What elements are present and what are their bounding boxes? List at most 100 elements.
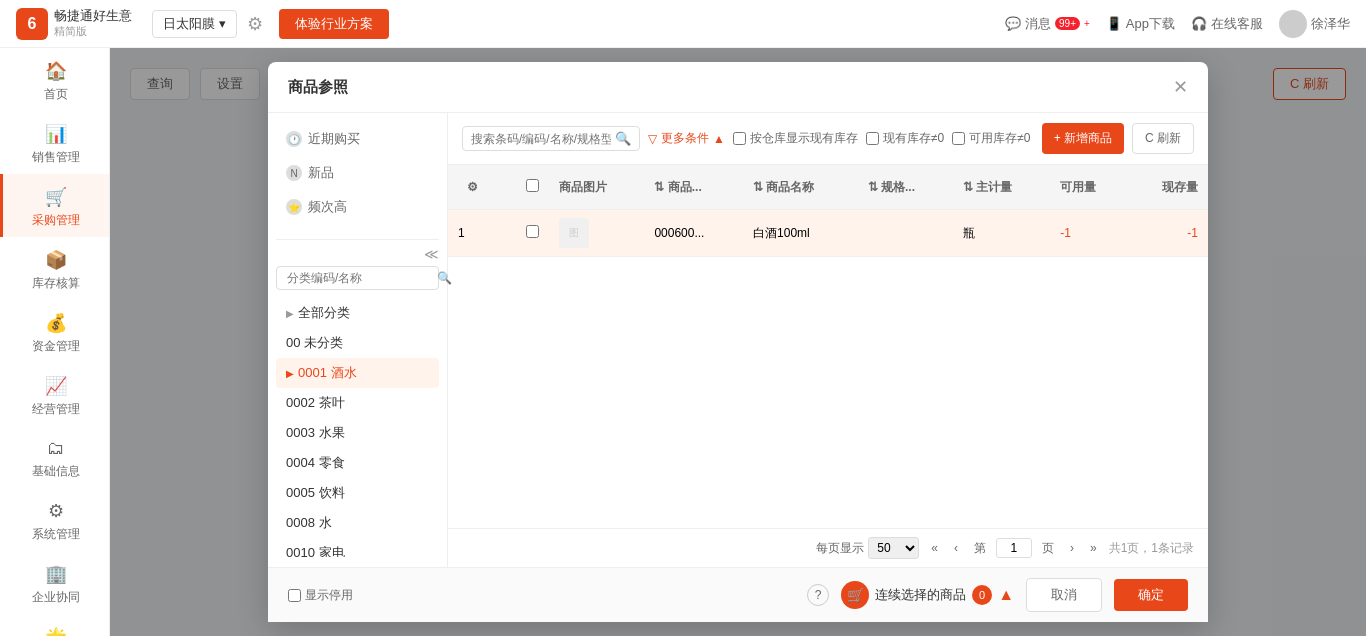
frequent-icon: ⭐: [286, 199, 302, 215]
new-icon: N: [286, 165, 302, 181]
category-item-0003[interactable]: 0003 水果: [276, 418, 439, 448]
sidebar: 🏠 首页 📊 销售管理 🛒 采购管理 📦 库存核算 💰 资金管理 📈 经营管理 …: [0, 48, 110, 636]
cart-count: 0: [972, 585, 992, 605]
category-item-0001[interactable]: ▶ 0001 酒水: [276, 358, 439, 388]
category-search-box[interactable]: 🔍: [276, 266, 439, 290]
product-thumbnail: 图: [559, 218, 589, 248]
user-item[interactable]: 徐泽华: [1279, 10, 1350, 38]
help-icon[interactable]: ?: [807, 584, 829, 606]
message-icon: 💬: [1005, 16, 1021, 31]
category-item-0010[interactable]: 0010 家电: [276, 538, 439, 557]
page-label-zuo: 第: [968, 538, 992, 559]
cat-label-0001: 0001 酒水: [298, 364, 357, 382]
collapse-up-icon[interactable]: ▲: [998, 586, 1014, 604]
col-settings[interactable]: ⚙: [448, 165, 516, 210]
next-page-btn[interactable]: ›: [1064, 539, 1080, 557]
category-item-0005[interactable]: 0005 饮料: [276, 478, 439, 508]
category-item-all[interactable]: ▶ 全部分类: [276, 298, 439, 328]
row-code: 000600...: [644, 210, 743, 257]
sidebar-item-enterprise[interactable]: 🏢 企业协同: [0, 551, 109, 614]
category-item-0008[interactable]: 0008 水: [276, 508, 439, 538]
category-item-00[interactable]: 00 未分类: [276, 328, 439, 358]
sidebar-item-purchase[interactable]: 🛒 采购管理: [0, 174, 109, 237]
prev-page-btn[interactable]: ‹: [948, 539, 964, 557]
product-reference-modal: 商品参照 ✕ 🕐 近期购买 N 新: [268, 62, 1208, 622]
col-name[interactable]: ⇅ 商品名称: [743, 165, 858, 210]
table-row[interactable]: 1 图: [448, 210, 1208, 257]
sidebar-item-system[interactable]: ⚙ 系统管理: [0, 488, 109, 551]
modal-close-button[interactable]: ✕: [1173, 76, 1188, 98]
col-settings-icon[interactable]: ⚙: [458, 173, 486, 201]
col-unit[interactable]: ⇅ 主计量: [953, 165, 1051, 210]
warehouse-stock-checkbox[interactable]: [733, 132, 746, 145]
row-stock: -1: [1129, 210, 1208, 257]
row-select-checkbox[interactable]: [526, 225, 539, 238]
cancel-button[interactable]: 取消: [1026, 578, 1102, 612]
company-selector[interactable]: 日太阳膜 ▾: [152, 10, 237, 38]
left-panel-tabs: 🕐 近期购买 N 新品 ⭐ 频次高: [268, 123, 447, 223]
tab-frequent[interactable]: ⭐ 频次高: [276, 191, 439, 223]
sidebar-item-guide[interactable]: 🌟 新手引导: [0, 614, 109, 636]
tab-recent[interactable]: 🕐 近期购买: [276, 123, 439, 155]
product-table: ⚙ 商品图片: [448, 165, 1208, 257]
product-search-input[interactable]: [471, 132, 611, 146]
app-icon: 📱: [1106, 16, 1122, 31]
product-search-icon[interactable]: 🔍: [615, 131, 631, 146]
sidebar-label-inventory: 库存核算: [32, 275, 80, 292]
sidebar-item-home[interactable]: 🏠 首页: [0, 48, 109, 111]
usable-nonzero-checkbox[interactable]: [952, 132, 965, 145]
select-all-checkbox[interactable]: [526, 179, 539, 192]
confirm-button[interactable]: 确定: [1114, 579, 1188, 611]
gear-icon[interactable]: ⚙: [247, 13, 263, 35]
logo-text: 畅捷通好生意: [54, 8, 132, 24]
show-disabled-checkbox[interactable]: [288, 589, 301, 602]
basic-icon: 🗂: [47, 438, 65, 459]
category-list: ▶ 全部分类 00 未分类 ▶ 0001 酒水 0002 茶: [268, 298, 447, 557]
tab-new[interactable]: N 新品: [276, 157, 439, 189]
more-filter-btn[interactable]: ▽ 更多条件 ▲: [648, 130, 725, 147]
category-item-0002[interactable]: 0002 茶叶: [276, 388, 439, 418]
per-page-selector[interactable]: 每页显示 10 20 50 100: [816, 537, 919, 559]
sidebar-item-finance[interactable]: 💰 资金管理: [0, 300, 109, 363]
row-checkbox[interactable]: [516, 210, 549, 257]
app-label: App下载: [1126, 15, 1175, 33]
row-available: -1: [1050, 210, 1129, 257]
sidebar-label-purchase: 采购管理: [32, 212, 80, 229]
add-product-button[interactable]: + 新增商品: [1042, 123, 1124, 154]
right-panel: 🔍 ▽ 更多条件 ▲ 按仓库显示现有库存: [448, 113, 1208, 567]
app-download-item[interactable]: 📱 App下载: [1106, 15, 1175, 33]
check-warehouse-stock[interactable]: 按仓库显示现有库存: [733, 130, 858, 147]
messages-label: 消息: [1025, 15, 1051, 33]
modal-body: 🕐 近期购买 N 新品 ⭐ 频次高: [268, 113, 1208, 567]
check-available-nonzero[interactable]: 现有库存≠0: [866, 130, 944, 147]
per-page-select[interactable]: 10 20 50 100: [868, 537, 919, 559]
sidebar-item-inventory[interactable]: 📦 库存核算: [0, 237, 109, 300]
show-disabled-checkbox-item[interactable]: 显示停用: [288, 587, 353, 604]
product-search-box[interactable]: 🔍: [462, 126, 640, 151]
experience-btn[interactable]: 体验行业方案: [279, 9, 389, 39]
refresh-button[interactable]: C 刷新: [1132, 123, 1194, 154]
available-nonzero-label: 现有库存≠0: [883, 130, 944, 147]
last-page-btn[interactable]: »: [1084, 539, 1103, 557]
modal-footer: 显示停用 ? 🛒 连续选择的商品 0 ▲ 取消 确定: [268, 567, 1208, 622]
messages-item[interactable]: 💬 消息 99+ +: [1005, 15, 1090, 33]
available-nonzero-checkbox[interactable]: [866, 132, 879, 145]
sidebar-label-basic: 基础信息: [32, 463, 80, 480]
row-name: 白酒100ml: [743, 210, 858, 257]
sidebar-item-sales[interactable]: 📊 销售管理: [0, 111, 109, 174]
collapse-icon[interactable]: ≪: [424, 246, 439, 262]
col-spec[interactable]: ⇅ 规格...: [858, 165, 953, 210]
page-number-input[interactable]: [996, 538, 1032, 558]
service-item[interactable]: 🎧 在线客服: [1191, 15, 1263, 33]
sidebar-item-operations[interactable]: 📈 经营管理: [0, 363, 109, 426]
col-select-all[interactable]: [516, 165, 549, 210]
check-usable-nonzero[interactable]: 可用库存≠0: [952, 130, 1030, 147]
sales-icon: 📊: [45, 123, 67, 145]
sidebar-item-basic[interactable]: 🗂 基础信息: [0, 426, 109, 488]
first-page-btn[interactable]: «: [925, 539, 944, 557]
navbar-right: 💬 消息 99+ + 📱 App下载 🎧 在线客服 徐泽华: [1005, 10, 1350, 38]
category-search-input[interactable]: [287, 271, 437, 285]
category-item-0004[interactable]: 0004 零食: [276, 448, 439, 478]
col-code[interactable]: ⇅ 商品...: [644, 165, 743, 210]
sidebar-label-system: 系统管理: [32, 526, 80, 543]
